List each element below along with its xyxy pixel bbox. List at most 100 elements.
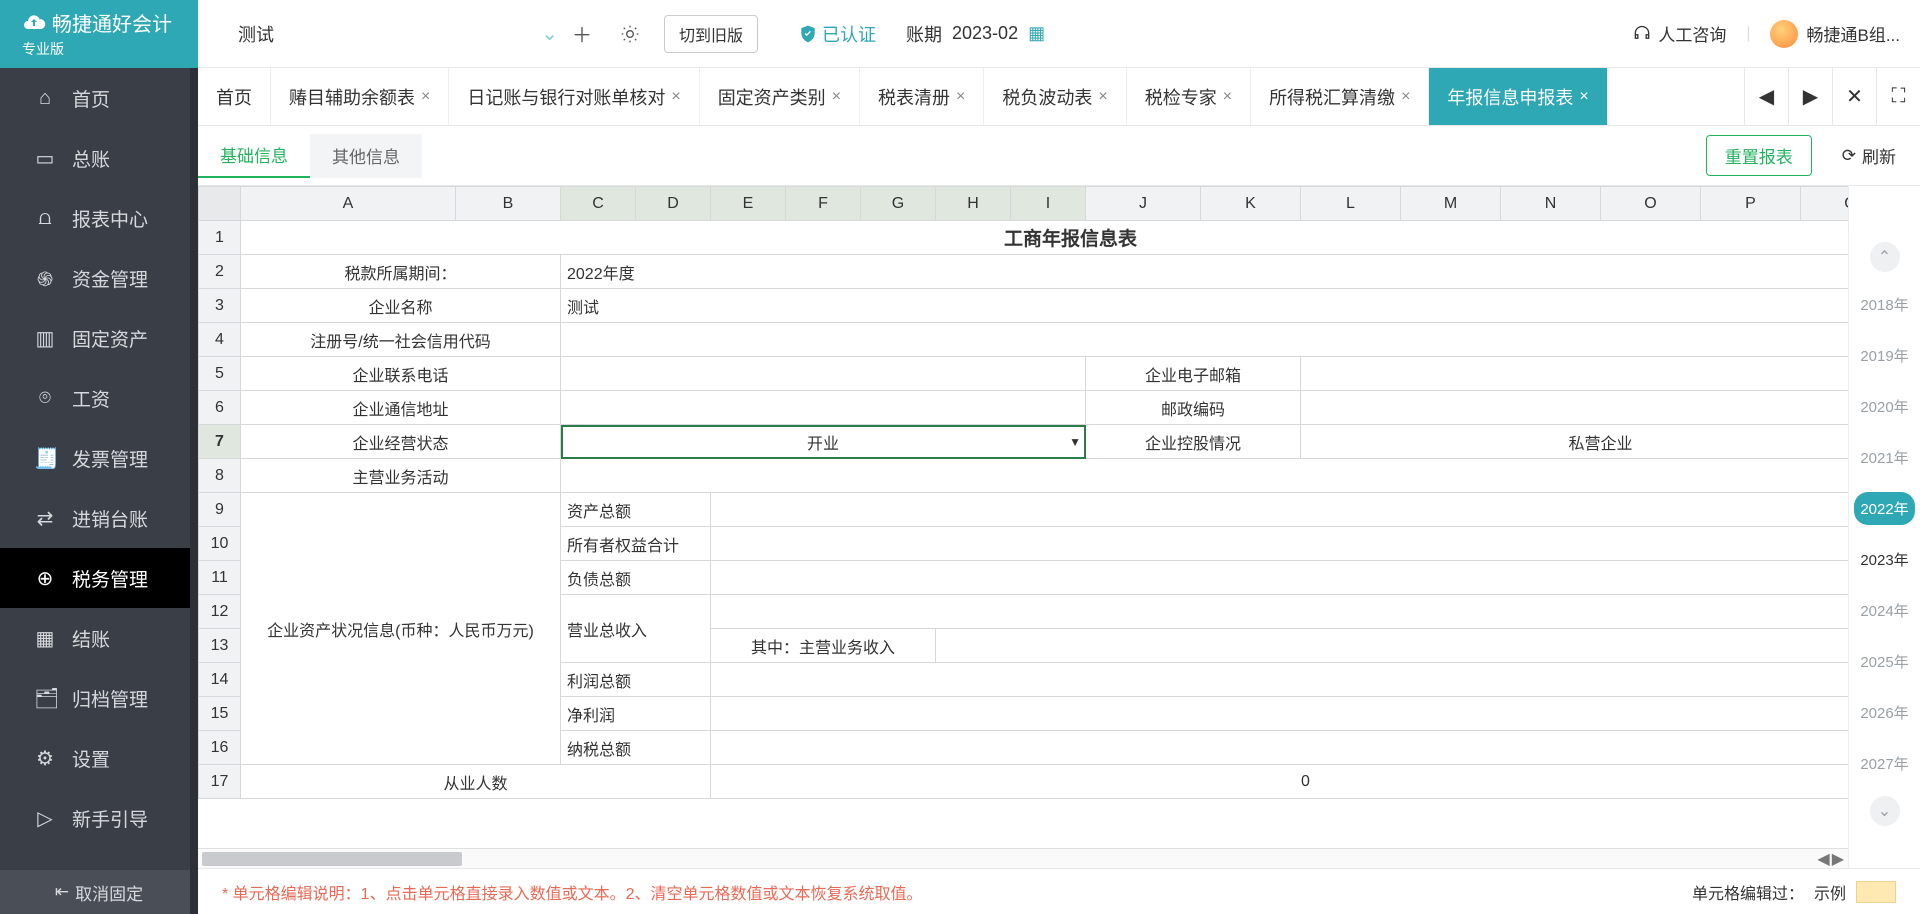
gear-icon[interactable] bbox=[616, 20, 644, 48]
year-pill[interactable]: 2019年 bbox=[1854, 339, 1914, 372]
year-pill[interactable]: 2022年 bbox=[1854, 492, 1914, 525]
col-header[interactable]: M bbox=[1401, 187, 1501, 221]
year-pill[interactable]: 2021年 bbox=[1854, 441, 1914, 474]
spreadsheet[interactable]: A B C D E F G H I J K L bbox=[198, 186, 1848, 868]
add-icon[interactable]: ＋ bbox=[568, 20, 596, 48]
tab-4[interactable]: 税表清册× bbox=[860, 68, 984, 125]
horizontal-scrollbar[interactable]: ◀▶ bbox=[198, 848, 1848, 868]
sidebar-icon: ▥ bbox=[34, 326, 56, 351]
sidebar-item-7[interactable]: ⇄进销台账 bbox=[0, 488, 198, 548]
year-pill[interactable]: 2026年 bbox=[1854, 696, 1914, 729]
tab-2[interactable]: 日记账与银行对账单核对× bbox=[449, 68, 699, 125]
tab-8[interactable]: 年报信息申报表× bbox=[1429, 68, 1607, 125]
col-header[interactable]: K bbox=[1201, 187, 1301, 221]
year-pill[interactable]: 2020年 bbox=[1854, 390, 1914, 423]
support-link[interactable]: 人工咨询 bbox=[1632, 21, 1726, 46]
business-status-cell[interactable]: 开业▼ bbox=[561, 425, 1086, 459]
shield-check-icon bbox=[798, 24, 818, 44]
tabs-next-button[interactable]: ▶ bbox=[1788, 68, 1832, 125]
sidebar-icon: ⚙ bbox=[34, 746, 56, 771]
sidebar-item-10[interactable]: 🗂归档管理 bbox=[0, 668, 198, 728]
col-header[interactable]: F bbox=[786, 187, 861, 221]
close-icon[interactable]: × bbox=[671, 88, 680, 106]
year-down-button[interactable]: ⌄ bbox=[1870, 796, 1900, 826]
reset-report-button[interactable]: 重置报表 bbox=[1706, 135, 1812, 176]
tab-7[interactable]: 所得税汇算清缴× bbox=[1251, 68, 1429, 125]
sidebar-item-11[interactable]: ⚙设置 bbox=[0, 728, 198, 788]
sidebar-icon: ▭ bbox=[34, 146, 56, 171]
col-header[interactable]: G bbox=[861, 187, 936, 221]
select-all-corner[interactable] bbox=[199, 187, 241, 221]
year-pill[interactable]: 2024年 bbox=[1854, 594, 1914, 627]
close-icon[interactable]: × bbox=[956, 88, 965, 106]
calendar-icon: ▦ bbox=[1028, 23, 1045, 44]
switch-old-version-button[interactable]: 切到旧版 bbox=[664, 15, 758, 53]
unpin-sidebar[interactable]: ⇤ 取消固定 bbox=[0, 870, 198, 914]
tabs-expand-button[interactable]: ⛶ bbox=[1876, 68, 1920, 125]
tab-1[interactable]: 䞐目辅助余额表× bbox=[271, 68, 449, 125]
user-menu[interactable]: 畅捷通B组... bbox=[1770, 20, 1900, 48]
subtab-other[interactable]: 其他信息 bbox=[310, 134, 422, 178]
avatar-icon bbox=[1770, 20, 1798, 48]
close-icon[interactable]: × bbox=[1401, 88, 1410, 106]
year-pill[interactable]: 2018年 bbox=[1854, 288, 1914, 321]
brand-logo: 畅捷通好会计 专业版 bbox=[0, 0, 198, 68]
tabs-prev-button[interactable]: ◀ bbox=[1744, 68, 1788, 125]
subtab-basic[interactable]: 基础信息 bbox=[198, 134, 310, 178]
col-header[interactable]: J bbox=[1086, 187, 1201, 221]
sidebar-icon: 🧾 bbox=[34, 446, 56, 471]
sidebar-item-4[interactable]: ▥固定资产 bbox=[0, 308, 198, 368]
year-pill[interactable]: 2023年 bbox=[1854, 543, 1914, 576]
sidebar-item-0[interactable]: ⌂首页 bbox=[0, 68, 198, 128]
sidebar-icon: ֍ bbox=[34, 265, 56, 292]
close-icon[interactable]: × bbox=[832, 88, 841, 106]
year-pill[interactable]: 2025年 bbox=[1854, 645, 1914, 678]
accounting-period[interactable]: 账期 2023-02 ▦ bbox=[906, 21, 1045, 47]
col-header[interactable]: B bbox=[456, 187, 561, 221]
sidebar-item-5[interactable]: ⌾工资 bbox=[0, 368, 198, 428]
cloud-upload-icon bbox=[22, 11, 46, 35]
sidebar-icon: ▷ bbox=[34, 806, 56, 831]
col-header[interactable]: L bbox=[1301, 187, 1401, 221]
tab-0[interactable]: 首页 bbox=[198, 68, 271, 125]
col-header[interactable]: Q bbox=[1801, 187, 1849, 221]
sidebar-item-3[interactable]: ֍资金管理 bbox=[0, 248, 198, 308]
close-icon[interactable]: × bbox=[1098, 88, 1107, 106]
col-header[interactable]: P bbox=[1701, 187, 1801, 221]
tabs-close-button[interactable]: ✕ bbox=[1832, 68, 1876, 125]
brand-title: 畅捷通好会计 bbox=[52, 8, 172, 37]
edit-hint: * 单元格编辑说明：1、点击单元格直接录入数值或文本。2、清空单元格数值或文本恢… bbox=[222, 880, 922, 904]
col-header[interactable]: O bbox=[1601, 187, 1701, 221]
sidebar-item-12[interactable]: ▷新手引导 bbox=[0, 788, 198, 848]
account-selector[interactable]: 测试 ⌄ bbox=[238, 21, 558, 47]
verified-badge: 已认证 bbox=[798, 21, 876, 47]
col-header[interactable]: A bbox=[241, 187, 456, 221]
year-pill[interactable]: 2027年 bbox=[1854, 747, 1914, 780]
year-selector-rail: « ⌃ 2018年2019年2020年2021年2022年2023年2024年2… bbox=[1848, 186, 1920, 868]
close-icon[interactable]: × bbox=[1223, 88, 1232, 106]
sidebar-item-1[interactable]: ▭总账 bbox=[0, 128, 198, 188]
col-header[interactable]: E bbox=[711, 187, 786, 221]
sidebar-item-6[interactable]: 🧾发票管理 bbox=[0, 428, 198, 488]
close-icon[interactable]: × bbox=[1579, 88, 1588, 106]
col-header[interactable]: I bbox=[1011, 187, 1086, 221]
chevron-down-icon: ⌄ bbox=[541, 21, 558, 46]
sidebar-item-2[interactable]: ⩍报表中心 bbox=[0, 188, 198, 248]
sidebar-icon: 🗂 bbox=[34, 686, 56, 711]
scrollbar-thumb[interactable] bbox=[202, 852, 462, 866]
col-header[interactable]: H bbox=[936, 187, 1011, 221]
close-icon[interactable]: × bbox=[421, 88, 430, 106]
year-up-button[interactable]: ⌃ bbox=[1870, 242, 1900, 272]
tab-3[interactable]: 固定资产类别× bbox=[700, 68, 860, 125]
column-header-row: A B C D E F G H I J K L bbox=[199, 187, 1849, 221]
col-header[interactable]: N bbox=[1501, 187, 1601, 221]
col-header[interactable]: D bbox=[636, 187, 711, 221]
tab-6[interactable]: 税检专家× bbox=[1127, 68, 1251, 125]
tab-5[interactable]: 税负波动表× bbox=[984, 68, 1126, 125]
col-header[interactable]: C bbox=[561, 187, 636, 221]
sidebar-item-8[interactable]: ⊕税务管理 bbox=[0, 548, 198, 608]
refresh-button[interactable]: ⟳ 刷新 bbox=[1842, 143, 1896, 168]
sidebar-nav: ⌂首页▭总账⩍报表中心֍资金管理▥固定资产⌾工资🧾发票管理⇄进销台账⊕税务管理▦… bbox=[0, 68, 198, 914]
dropdown-caret-icon: ▼ bbox=[1069, 435, 1081, 449]
sidebar-item-9[interactable]: ▦结账 bbox=[0, 608, 198, 668]
